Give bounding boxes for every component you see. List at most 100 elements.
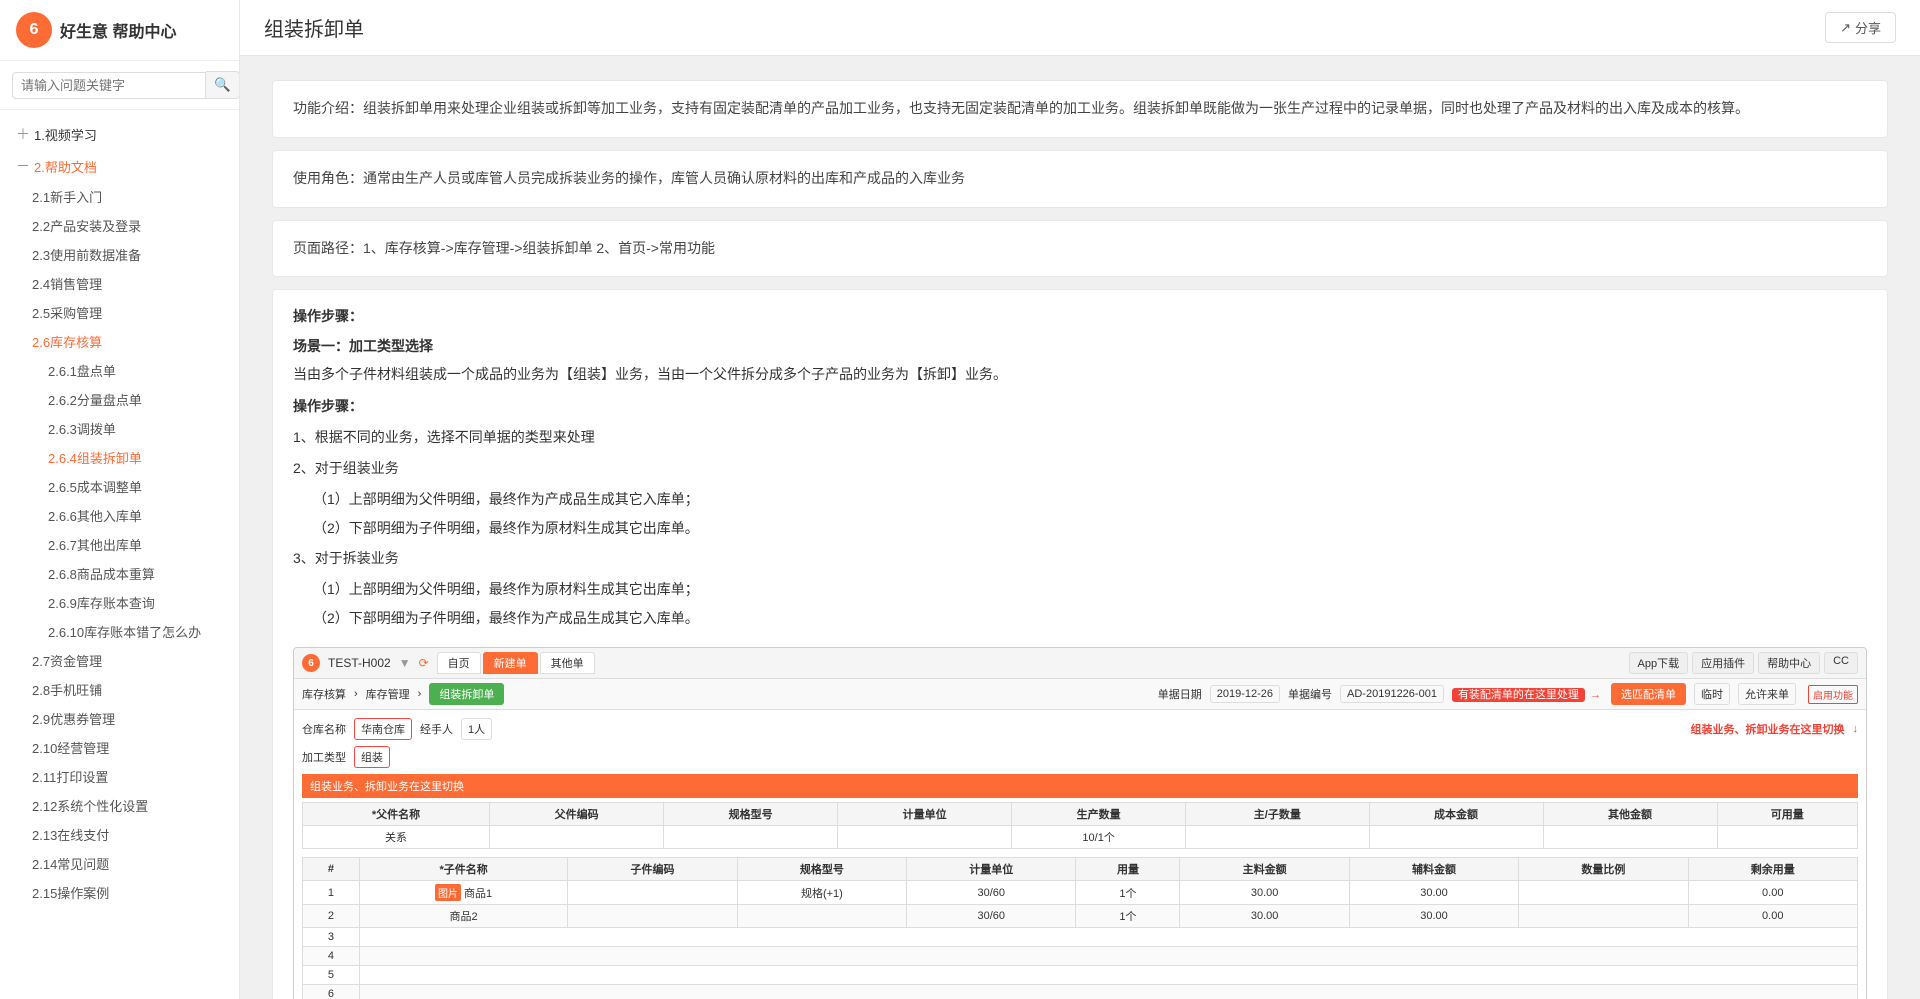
sidebar-subitem-2-6-7[interactable]: 2.6.7其他出库单 xyxy=(0,530,239,559)
sc-cell xyxy=(1186,826,1369,849)
sidebar-subitem-2-12[interactable]: 2.12系统个性化设置 xyxy=(0,791,239,820)
sc-cell xyxy=(737,905,906,928)
sc-cell: 30.00 xyxy=(1180,905,1349,928)
sc-image-badge: 图片 xyxy=(435,884,461,901)
sidebar-subitem-2-6-3[interactable]: 2.6.3调拨单 xyxy=(0,414,239,443)
sidebar-subitem-2-14[interactable]: 2.14常见问题 xyxy=(0,849,239,878)
sc-titlebar: 6 TEST-H002 ▼ ⟳ 自页 新建单 其他单 App下载 应用插件 帮助… xyxy=(294,648,1866,679)
sc-nav-arrow: › xyxy=(354,688,358,700)
sc-lower-table: # *子件名称 子件编码 规格型号 计量单位 用量 主料金额 辅料金额 数量比例 xyxy=(302,857,1858,999)
sidebar-item-videos[interactable]: ＋ 1.视频学习 xyxy=(0,118,239,150)
sidebar-subitem-2-6-1[interactable]: 2.6.1盘点单 xyxy=(0,356,239,385)
topbar: 组装拆卸单 ↗ 分享 xyxy=(240,0,1920,56)
sidebar-subitem-2-4[interactable]: 2.4销售管理 xyxy=(0,269,239,298)
search-input[interactable] xyxy=(12,72,206,99)
sidebar-subitem-2-7[interactable]: 2.7资金管理 xyxy=(0,646,239,675)
step2-sub2: （2）下部明细为子件明细，最终作为原材料生成其它出库单。 xyxy=(293,516,1867,541)
scenario-title: 场景一：加工类型选择 xyxy=(293,336,1867,356)
sc-cell: 2 xyxy=(303,905,360,928)
sidebar-subitem-2-6-5[interactable]: 2.6.5成本调整单 xyxy=(0,472,239,501)
main-panel: 组装拆卸单 ↗ 分享 功能介绍：组装拆卸单用来处理企业组装或拆卸等加工业务，支持… xyxy=(240,0,1920,999)
sc-tab-new[interactable]: 新建单 xyxy=(483,652,538,674)
sc-person-val: 1人 xyxy=(461,718,492,740)
sidebar-subitem-2-2[interactable]: 2.2产品安装及登录 xyxy=(0,211,239,240)
sidebar-subitem-2-1[interactable]: 2.1新手入门 xyxy=(0,182,239,211)
sc-cell: 30.00 xyxy=(1349,881,1518,905)
sc-form-row: 仓库名称 华南仓库 经手人 1人 组装业务、拆卸业务在这里切换 ↓ xyxy=(302,718,1858,740)
sc-btn-match[interactable]: 选匹配清单 xyxy=(1611,683,1686,705)
logo-label: 好生意 帮助中心 xyxy=(60,18,176,42)
sidebar: 6 好生意 帮助中心 🔍 ＋ 1.视频学习 － 2.帮助文档 2.1新手入门 2… xyxy=(0,0,240,999)
sc-nav-inventory: 库存核算 xyxy=(302,686,346,702)
sc-lower-section: # *子件名称 子件编码 规格型号 计量单位 用量 主料金额 辅料金额 数量比例 xyxy=(302,857,1858,999)
sidebar-subitem-2-6-10[interactable]: 2.6.10库存账本错了怎么办 xyxy=(0,617,239,646)
steps-heading: 操作步骤： xyxy=(293,306,1867,326)
sc-tab-other[interactable]: 其他单 xyxy=(540,652,595,674)
sc-th-usage: 用量 xyxy=(1076,858,1180,881)
sc-nav-plugin: 应用插件 xyxy=(1692,652,1754,674)
sc-cell: 6 xyxy=(303,985,360,999)
sidebar-subitem-2-6-4[interactable]: 2.6.4组装拆卸单 xyxy=(0,443,239,472)
sc-th-idx: # xyxy=(303,858,360,881)
share-button[interactable]: ↗ 分享 xyxy=(1825,12,1896,43)
nav-tree: ＋ 1.视频学习 － 2.帮助文档 2.1新手入门 2.2产品安装及登录 2.3… xyxy=(0,110,239,999)
sc-nav-help: 帮助中心 xyxy=(1758,652,1820,674)
sc-th-spec: 规格型号 xyxy=(664,803,838,826)
step3: 3、对于拆装业务 xyxy=(293,546,1867,571)
share-label: 分享 xyxy=(1855,18,1881,37)
sidebar-subitem-2-5[interactable]: 2.5采购管理 xyxy=(0,298,239,327)
sc-cell xyxy=(1369,826,1543,849)
sc-person-label: 经手人 xyxy=(420,721,453,737)
sc-cell xyxy=(359,985,1857,999)
sc-down-arrow: ↓ xyxy=(1853,723,1859,735)
sc-lower-row-6: 6 xyxy=(303,985,1858,999)
sc-nav-assembly[interactable]: 组装拆卸单 xyxy=(429,683,504,705)
sc-tab-home[interactable]: 自页 xyxy=(437,652,481,674)
minus-icon: － xyxy=(16,156,30,176)
screenshot: 6 TEST-H002 ▼ ⟳ 自页 新建单 其他单 App下载 应用插件 帮助… xyxy=(293,647,1867,999)
sc-th-cost: 成本金额 xyxy=(1369,803,1543,826)
sc-nav-cc: CC xyxy=(1824,652,1858,674)
logo-icon: 6 xyxy=(16,12,52,48)
sidebar-subitem-2-10[interactable]: 2.10经营管理 xyxy=(0,733,239,762)
search-bar: 🔍 xyxy=(0,61,239,110)
sc-cell xyxy=(359,966,1857,985)
sc-date-label: 单据日期 xyxy=(1158,686,1202,702)
sc-cell: 30.00 xyxy=(1180,881,1349,905)
sc-cell: 10/1个 xyxy=(1012,826,1186,849)
sidebar-subitem-2-13[interactable]: 2.13在线支付 xyxy=(0,820,239,849)
sidebar-subitem-2-3[interactable]: 2.3使用前数据准备 xyxy=(0,240,239,269)
sc-type-annotation: 组装业务、拆卸业务在这里切换 xyxy=(1691,721,1845,737)
step2-sub1: （1）上部明细为父件明细，最终作为产成品生成其它入库单； xyxy=(293,487,1867,512)
sc-arrow-annotation: → xyxy=(1590,689,1601,701)
sc-annotation1: 有装配清单的在这里处理 xyxy=(1452,688,1585,702)
sc-th-aux-amt: 辅料金额 xyxy=(1349,858,1518,881)
sc-nav-app: App下载 xyxy=(1629,652,1689,674)
sc-cell: 1 xyxy=(303,881,360,905)
sidebar-subitem-2-6-9[interactable]: 2.6.9库存账本查询 xyxy=(0,588,239,617)
sidebar-subitem-2-15[interactable]: 2.15操作案例 xyxy=(0,878,239,907)
sc-btn-allow[interactable]: 允许来单 xyxy=(1738,683,1796,705)
search-button[interactable]: 🔍 xyxy=(206,71,240,99)
sidebar-subitem-2-8[interactable]: 2.8手机旺铺 xyxy=(0,675,239,704)
sc-cell xyxy=(1519,905,1688,928)
sc-cell: 图片 商品1 xyxy=(359,881,568,905)
sc-th-parent-code: 父件编码 xyxy=(490,803,664,826)
sidebar-subitem-2-6-6[interactable]: 2.6.6其他入库单 xyxy=(0,501,239,530)
sc-lower-row-2: 2 商品2 30/60 1个 30.00 30.00 0.00 xyxy=(303,905,1858,928)
sidebar-subitem-2-11[interactable]: 2.11打印设置 xyxy=(0,762,239,791)
sc-cell: 0.00 xyxy=(1688,905,1857,928)
sc-btn-temp[interactable]: 临时 xyxy=(1694,683,1730,705)
step2: 2、对于组装业务 xyxy=(293,456,1867,481)
sidebar-subitem-2-6-2[interactable]: 2.6.2分量盘点单 xyxy=(0,385,239,414)
sc-th-parent-name: *父件名称 xyxy=(303,803,490,826)
sidebar-subitem-2-9[interactable]: 2.9优惠券管理 xyxy=(0,704,239,733)
sc-cell: 商品2 xyxy=(359,905,568,928)
sc-cell xyxy=(568,905,737,928)
sc-nav-manage: 库存管理 xyxy=(366,686,410,702)
sidebar-item-docs[interactable]: － 2.帮助文档 xyxy=(0,150,239,182)
sidebar-subitem-2-6[interactable]: 2.6库存核算 xyxy=(0,327,239,356)
sidebar-subitem-2-6-8[interactable]: 2.6.8商品成本重算 xyxy=(0,559,239,588)
sc-th-other-amt: 其他金额 xyxy=(1543,803,1717,826)
sc-type-label: 加工类型 xyxy=(302,749,346,765)
